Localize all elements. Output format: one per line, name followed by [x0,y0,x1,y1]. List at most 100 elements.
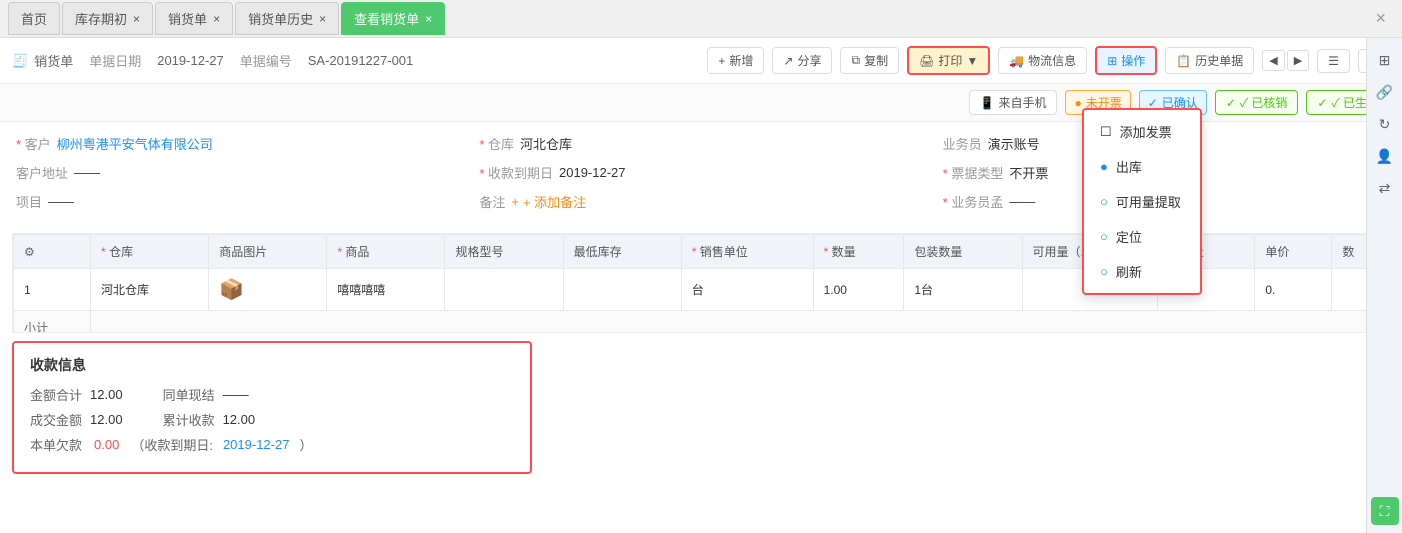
col-settings[interactable]: ⚙ [14,235,91,269]
cell-product: 嘻嘻嘻嘻 [327,269,445,311]
payment-date-field: 收款到期日 2019-12-27 [479,163,922,182]
cell-warehouse: 河北仓库 [91,269,209,311]
project-value: —— [48,194,74,209]
dropdown-outbound[interactable]: ● 出库 [1084,149,1200,184]
tab-view-sales[interactable]: 查看销货单 × [341,2,445,35]
add-label: 新增 [729,52,753,69]
tab-stock-init[interactable]: 库存期初 × [62,2,153,35]
cancelled-btn[interactable]: ✓ ✓ 已核销 [1215,90,1299,115]
dropdown-locate[interactable]: ○ 定位 [1084,219,1200,254]
required-mark: * [101,245,109,259]
warehouse-field: 仓库 河北仓库 [479,134,922,153]
cumulative-payment-label: 累计收款 [163,410,215,429]
tab-sales-order[interactable]: 销货单 × [155,2,233,35]
tab-home[interactable]: 首页 [8,2,60,35]
ticket-type-value: 不开票 [1009,163,1048,182]
print-button[interactable]: 🖨 打印 ▼ [907,46,990,75]
sidebar-link-icon[interactable]: 🔗 [1371,78,1399,106]
next-button[interactable]: ▶ [1287,50,1309,71]
tab-sales-order-close[interactable]: × [213,12,220,26]
col-pack-qty: 包装数量 [904,235,1022,269]
tab-view-sales-close[interactable]: × [425,12,432,26]
tab-sales-history[interactable]: 销货单历史 × [235,2,339,35]
col-quantity: * 数量 [813,235,904,269]
copy-button[interactable]: ⧉ 复制 [840,47,899,74]
cell-image: 📦 [209,269,327,311]
note-label: 备注 [479,192,505,211]
tab-home-label: 首页 [21,9,47,28]
outbound-label: 出库 [1116,157,1142,176]
tab-stock-init-close[interactable]: × [133,12,140,26]
number-label: 单据编号 [240,51,292,70]
sales-staff-label: 业务员孟 [943,192,1004,211]
doc-actions: + 新增 ↗ 分享 ⧉ 复制 🖨 打印 ▼ 🚚 物 [707,46,1390,75]
available-qty-label: 可用量提取 [1116,192,1181,211]
history-button[interactable]: 📋 历史单据 [1165,47,1254,74]
list-view-button[interactable]: ☰ [1317,49,1350,73]
staff-label: 业务员 [943,134,982,153]
share-button[interactable]: ↗ 分享 [772,47,832,74]
add-button[interactable]: + 新增 [707,47,764,74]
col-unit: * 销售单位 [681,235,813,269]
cancelled-check-icon: ✓ [1226,96,1236,110]
logistics-button[interactable]: 🚚 物流信息 [998,47,1087,74]
customer-value[interactable]: 柳州粤港平安气体有限公司 [57,134,213,153]
print-label: 打印 [938,52,962,69]
same-order-item: 同单现结 —— [163,385,249,404]
cumulative-payment-value: 12.00 [223,412,256,427]
sidebar-grid-icon[interactable]: ⊞ [1371,46,1399,74]
print-icon: 🖨 [919,54,934,68]
operation-label: 操作 [1121,52,1145,69]
effective-check-icon: ✓ [1317,96,1327,110]
copy-label: 复制 [864,52,888,69]
sidebar-user-icon[interactable]: 👤 [1371,142,1399,170]
staff-value: 演示账号 [988,134,1040,153]
address-label: 客户地址 [16,163,68,182]
sidebar-expand-icon[interactable]: ⛶ [1371,497,1399,525]
current-arrears-label: 本单欠款 [30,435,82,454]
transaction-amount-label: 成交金额 [30,410,82,429]
cell-unit: 台 [681,269,813,311]
tab-bar: 首页 库存期初 × 销货单 × 销货单历史 × 查看销货单 × × [0,0,1402,38]
arrears-note: （收款到期日: [131,435,213,454]
add-note-btn[interactable]: + + 添加备注 [511,192,586,211]
arrears-note-end: ） [299,435,312,454]
doc-title-text: 销货单 [34,51,73,70]
transaction-amount-item: 成交金额 12.00 [30,410,123,429]
cell-pack-qty: 1台 [904,269,1022,311]
logistics-icon: 🚚 [1009,54,1024,68]
subtotal-label: 小计 [14,311,91,334]
warehouse-label: 仓库 [479,134,514,153]
dot-icon: ● [1074,96,1081,110]
add-invoice-icon: ☐ [1100,124,1112,140]
same-order-value: —— [223,387,249,402]
phone-icon: 📱 [980,96,995,110]
history-icon: 📋 [1176,54,1191,68]
number-value: SA-20191227-001 [308,53,414,68]
total-amount-label: 金额合计 [30,385,82,404]
add-note-label: + 添加备注 [523,192,586,211]
available-qty-icon: ○ [1100,194,1108,209]
required-mark-3: * [692,245,700,259]
window-close-button[interactable]: × [1367,8,1394,29]
current-arrears-item: 本单欠款 0.00 （收款到期日: 2019-12-27 ） [30,435,312,454]
col-min-stock: 最低库存 [563,235,681,269]
cancelled-label: ✓ 已核销 [1240,94,1288,111]
date-value: 2019-12-27 [157,53,224,68]
add-note-icon: + [511,194,519,209]
settings-icon: ⚙ [24,245,35,259]
dropdown-available-qty[interactable]: ○ 可用量提取 [1084,184,1200,219]
dropdown-refresh[interactable]: ○ 刷新 [1084,254,1200,289]
dropdown-add-invoice[interactable]: ☐ 添加发票 [1084,114,1200,149]
right-sidebar: ⊞ 🔗 ↻ 👤 ⇄ ⛶ [1366,38,1402,533]
phone-btn[interactable]: 📱 来自手机 [969,90,1058,115]
prev-button[interactable]: ◀ [1262,50,1284,71]
refresh-label: 刷新 [1116,262,1142,281]
operation-button[interactable]: ⊞ 操作 [1095,46,1157,75]
share-label: 分享 [797,52,821,69]
transaction-amount-value: 12.00 [90,412,123,427]
refresh-icon: ○ [1100,264,1108,279]
sidebar-rotate-icon[interactable]: ↻ [1371,110,1399,138]
tab-sales-history-close[interactable]: × [319,12,326,26]
sidebar-exchange-icon[interactable]: ⇄ [1371,174,1399,202]
